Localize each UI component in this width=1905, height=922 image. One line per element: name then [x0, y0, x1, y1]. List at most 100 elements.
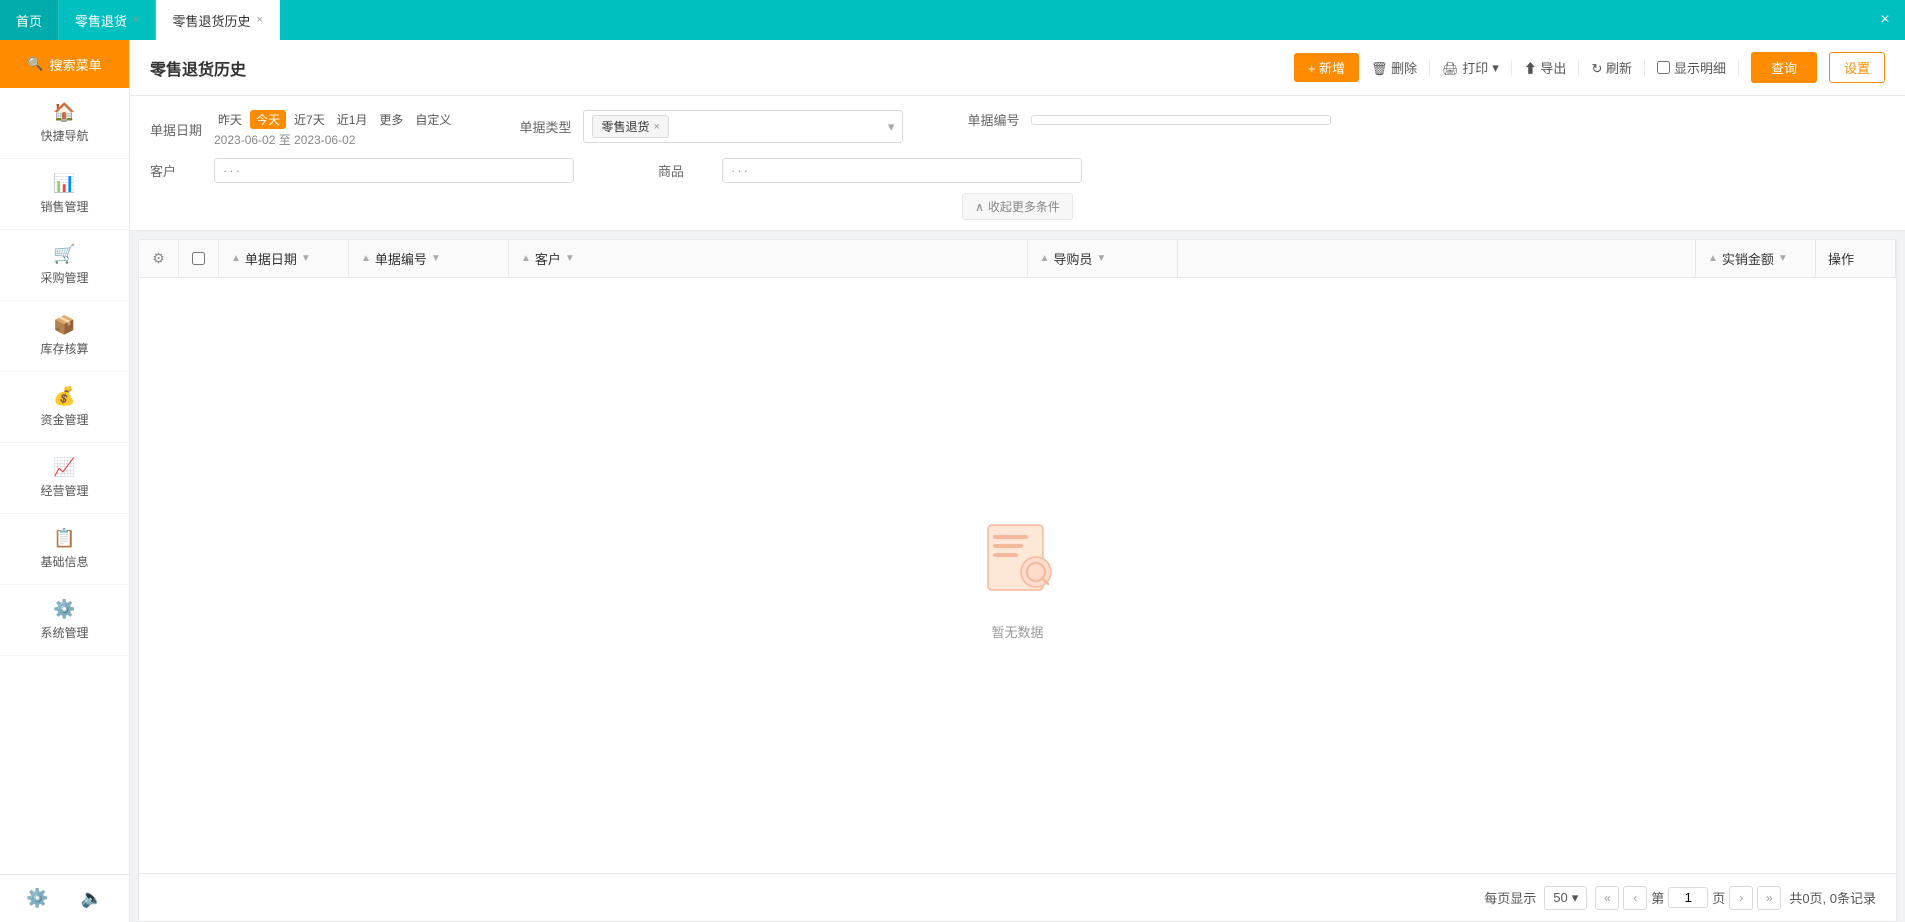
volume-icon[interactable]: 🔈	[81, 888, 103, 909]
delete-button-label: 🗑 删除	[1371, 58, 1417, 77]
table-header: ⚙ ▲ 单据日期 ▼ ▲ 单据编号 ▼ ▲ 客户 ▼	[139, 240, 1896, 278]
th-checkbox[interactable]	[179, 240, 219, 277]
collapse-button[interactable]: ∧ 收起更多条件	[962, 193, 1073, 220]
th-guide[interactable]: ▲ 导购员 ▼	[1028, 240, 1178, 277]
search-menu-button[interactable]: 🔍 搜索菜单	[0, 40, 129, 88]
total-label: 共0页, 0条记录	[1789, 888, 1876, 907]
no-input[interactable]	[1031, 115, 1331, 125]
date-opt-1month[interactable]: 近1月	[333, 110, 372, 129]
empty-illustration	[968, 510, 1068, 610]
customer-input[interactable]: ···	[214, 158, 574, 183]
customer-filter: 客户 ···	[150, 158, 574, 183]
sidebar-item-operation[interactable]: 📈 经营管理	[0, 443, 129, 514]
sidebar-item-finance[interactable]: 💰 资金管理	[0, 372, 129, 443]
delete-button[interactable]: 🗑 删除	[1371, 58, 1417, 77]
goods-dots: ···	[731, 163, 750, 178]
print-dropdown-icon[interactable]: ▾	[1492, 60, 1499, 76]
th-action: 操作	[1816, 240, 1896, 277]
type-filter-label: 单据类型	[519, 117, 575, 136]
th-no-label: 单据编号	[375, 249, 427, 268]
type-dropdown-arrow: ▾	[888, 119, 895, 135]
show-detail-checkbox[interactable]	[1657, 61, 1670, 74]
sidebar-item-system[interactable]: ⚙️ 系统管理	[0, 585, 129, 656]
empty-state: 暂无数据	[139, 278, 1896, 873]
type-select[interactable]: 零售退货 × ▾	[583, 110, 903, 143]
goods-input[interactable]: ···	[722, 158, 1082, 183]
th-settings[interactable]: ⚙	[139, 240, 179, 277]
show-detail-checkbox-area[interactable]: 显示明细	[1657, 58, 1726, 77]
settings-bottom-icon[interactable]: ⚙️	[26, 888, 48, 909]
main-content: 零售退货历史 + 新增 🗑 删除 🖨 打印 ▾ ⬆ 导出	[130, 40, 1905, 922]
sort-desc-icon-amount: ▼	[1778, 253, 1788, 264]
date-opt-today[interactable]: 今天	[250, 110, 286, 129]
type-tag: 零售退货 ×	[592, 115, 668, 138]
per-page-dropdown-icon: ▾	[1572, 890, 1579, 906]
filter-row-2: 客户 ··· 商品 ···	[150, 158, 1885, 183]
divider-1	[1429, 60, 1430, 76]
date-opt-custom[interactable]: 自定义	[411, 110, 455, 129]
page-last-button[interactable]: »	[1757, 886, 1781, 910]
tab-home[interactable]: 首页	[0, 0, 59, 40]
divider-3	[1578, 60, 1579, 76]
sidebar-item-basic-info[interactable]: 📋 基础信息	[0, 514, 129, 585]
sort-desc-icon-guide: ▼	[1096, 253, 1106, 264]
per-page-select[interactable]: 50 ▾	[1544, 886, 1587, 910]
sidebar-item-quick-nav[interactable]: 🏠 快捷导航	[0, 88, 129, 159]
pagination-bar: 每页显示 50 ▾ « ‹ 第 页 › » 共0页, 0条记录	[139, 873, 1896, 921]
tab-retail-return-history-label: 零售退货历史	[172, 11, 250, 30]
page-nav: « ‹ 第 页 › »	[1595, 886, 1781, 910]
date-range-value: 2023-06-02 至 2023-06-02	[214, 131, 455, 148]
sidebar-item-purchase[interactable]: 🛒 采购管理	[0, 230, 129, 301]
tab-retail-return[interactable]: 零售退货 ×	[59, 0, 156, 40]
tab-retail-return-history-close[interactable]: ×	[256, 14, 262, 26]
per-page-value: 50	[1553, 890, 1567, 905]
select-all-checkbox[interactable]	[192, 252, 205, 265]
page-input[interactable]	[1668, 887, 1708, 908]
print-button[interactable]: 🖨 打印 ▾	[1442, 58, 1499, 77]
tab-retail-return-close[interactable]: ×	[133, 14, 139, 26]
settings-gear-icon[interactable]: ⚙	[152, 250, 165, 267]
th-action-label: 操作	[1828, 249, 1854, 268]
page-next-button[interactable]: ›	[1729, 886, 1753, 910]
toolbar: + 新增 🗑 删除 🖨 打印 ▾ ⬆ 导出 ↻ 刷新	[1294, 52, 1885, 83]
page-unit: 页	[1712, 888, 1725, 907]
top-bar: 首页 零售退货 × 零售退货历史 × ×	[0, 0, 1905, 40]
divider-2	[1511, 60, 1512, 76]
sidebar: 🔍 搜索菜单 🏠 快捷导航 📊 销售管理 🛒 采购管理 📦 库存核算 💰	[0, 40, 130, 922]
sidebar-item-inventory[interactable]: 📦 库存核算	[0, 301, 129, 372]
page-first-button[interactable]: «	[1595, 886, 1619, 910]
date-options-group: 昨天 今天 近7天 近1月 更多 自定义 2023-06-02 至 2023-0…	[214, 110, 455, 148]
purchase-icon: 🛒	[53, 244, 75, 265]
th-date[interactable]: ▲ 单据日期 ▼	[219, 240, 349, 277]
sort-asc-icon-customer: ▲	[521, 253, 531, 264]
export-button-label: ⬆ 导出	[1524, 58, 1567, 77]
tab-retail-return-history[interactable]: 零售退货历史 ×	[156, 0, 279, 40]
sidebar-item-system-label: 系统管理	[40, 624, 88, 641]
sidebar-item-sales[interactable]: 📊 销售管理	[0, 159, 129, 230]
type-tag-close[interactable]: ×	[653, 121, 659, 133]
date-opt-7days[interactable]: 近7天	[290, 110, 329, 129]
settings-button[interactable]: 设置	[1829, 52, 1885, 83]
sidebar-item-basic-info-label: 基础信息	[40, 553, 88, 570]
date-options: 昨天 今天 近7天 近1月 更多 自定义	[214, 110, 455, 129]
finance-icon: 💰	[53, 386, 75, 407]
goods-filter-label: 商品	[658, 161, 714, 180]
type-tag-value: 零售退货	[601, 118, 649, 135]
window-close-button[interactable]: ×	[1865, 11, 1905, 29]
refresh-button[interactable]: ↻ 刷新	[1591, 58, 1632, 77]
sidebar-item-purchase-label: 采购管理	[40, 269, 88, 286]
per-page-label: 每页显示	[1484, 888, 1536, 907]
th-customer[interactable]: ▲ 客户 ▼	[509, 240, 1028, 277]
page-label: 第	[1651, 888, 1664, 907]
query-button[interactable]: 查询	[1751, 52, 1817, 83]
th-amount[interactable]: ▲ 实销金额 ▼	[1696, 240, 1816, 277]
date-opt-more[interactable]: 更多	[375, 110, 407, 129]
date-opt-yesterday[interactable]: 昨天	[214, 110, 246, 129]
sort-desc-icon-date: ▼	[301, 253, 311, 264]
no-filter-label: 单据编号	[967, 110, 1023, 129]
export-button[interactable]: ⬆ 导出	[1524, 58, 1567, 77]
new-button[interactable]: + 新增	[1294, 53, 1359, 82]
date-filter: 单据日期 昨天 今天 近7天 近1月 更多 自定义 2023-06-02 至 2…	[150, 110, 455, 148]
page-prev-button[interactable]: ‹	[1623, 886, 1647, 910]
th-no[interactable]: ▲ 单据编号 ▼	[349, 240, 509, 277]
